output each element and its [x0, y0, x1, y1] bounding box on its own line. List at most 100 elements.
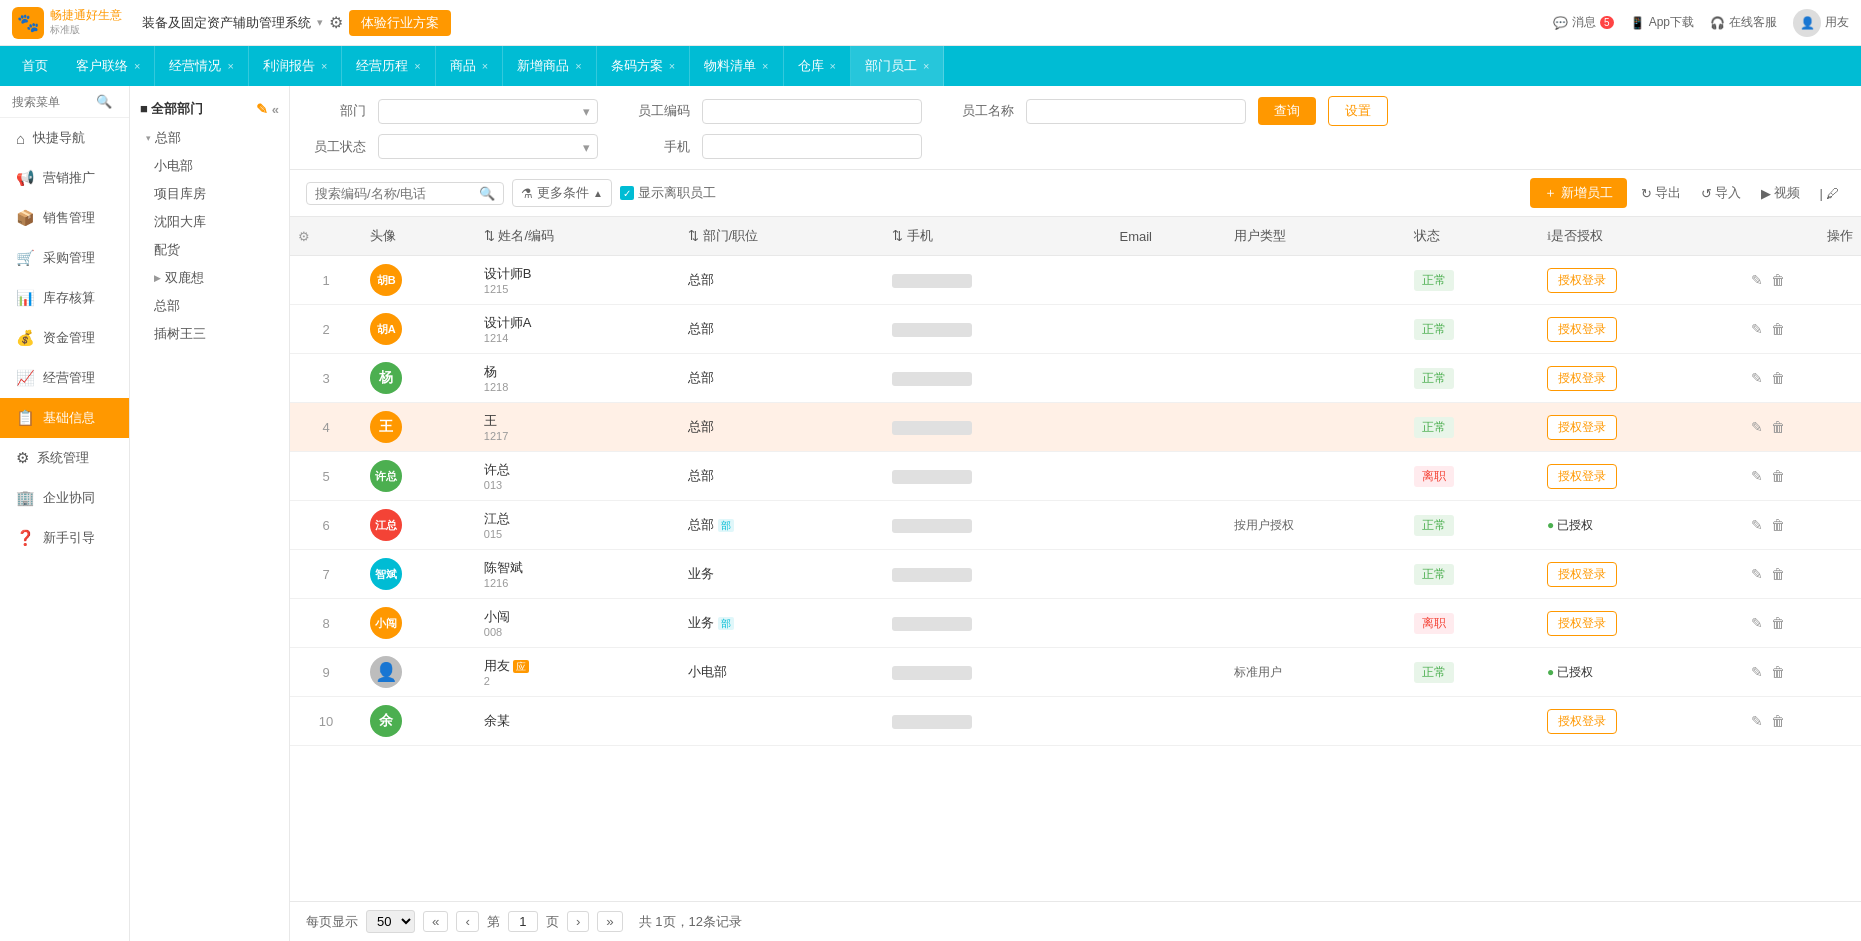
sort-icon[interactable]: ⇅	[892, 228, 903, 243]
set-button[interactable]: 设置	[1328, 96, 1388, 126]
sort-icon[interactable]: ⇅	[688, 228, 699, 243]
delete-icon[interactable]: 🗑	[1771, 468, 1785, 484]
auth-button[interactable]: 授权登录	[1547, 562, 1617, 587]
edit-icon[interactable]: ✎	[1751, 272, 1763, 288]
export-button[interactable]: ↻ 导出	[1635, 184, 1687, 202]
dept-edit-icon[interactable]: ✎	[256, 101, 268, 117]
show-dismissed-checkbox[interactable]: ✓	[620, 186, 634, 200]
auth-button[interactable]: 授权登录	[1547, 611, 1617, 636]
auth-button[interactable]: 授权登录	[1547, 709, 1617, 734]
row-auth[interactable]: 授权登录	[1539, 403, 1743, 452]
sidebar-item-inventory[interactable]: 📊 库存核算	[0, 278, 129, 318]
sidebar-item-corp[interactable]: 🏢 企业协同	[0, 478, 129, 518]
sort-icon[interactable]: ⇅	[484, 228, 495, 243]
page-size-select[interactable]: 50	[366, 910, 415, 933]
dept-select[interactable]	[378, 99, 598, 124]
edit-icon[interactable]: ✎	[1751, 517, 1763, 533]
online-service-btn[interactable]: 🎧 在线客服	[1710, 14, 1777, 31]
close-icon[interactable]: ×	[669, 60, 675, 72]
edit-icon[interactable]: ✎	[1751, 370, 1763, 386]
close-icon[interactable]: ×	[321, 60, 327, 72]
row-auth[interactable]: 授权登录	[1539, 305, 1743, 354]
sidebar-item-sales[interactable]: 📦 销售管理	[0, 198, 129, 238]
show-dismissed-toggle[interactable]: ✓ 显示离职员工	[620, 184, 716, 202]
last-page-btn[interactable]: »	[597, 911, 622, 932]
add-employee-button[interactable]: ＋ 新增员工	[1530, 178, 1627, 208]
view-button[interactable]: ▶ 视频	[1755, 184, 1806, 202]
phone-input[interactable]	[702, 134, 922, 159]
sidebar-item-marketing[interactable]: 📢 营销推广	[0, 158, 129, 198]
edit-icon[interactable]: ✎	[1751, 419, 1763, 435]
row-auth[interactable]: 授权登录	[1539, 697, 1743, 746]
sidebar-item-purchase[interactable]: 🛒 采购管理	[0, 238, 129, 278]
delete-icon[interactable]: 🗑	[1771, 615, 1785, 631]
row-auth[interactable]: 授权登录	[1539, 550, 1743, 599]
dept-item-shuanglu[interactable]: ▶ 双鹿想	[130, 264, 289, 292]
close-icon[interactable]: ×	[830, 60, 836, 72]
edit-icon[interactable]: ✎	[1751, 713, 1763, 729]
search-input[interactable]	[12, 95, 92, 109]
app-download-btn[interactable]: 📱 App下载	[1630, 14, 1694, 31]
close-icon[interactable]: ×	[227, 60, 233, 72]
sidebar-item-guide[interactable]: ❓ 新手引导	[0, 518, 129, 558]
sidebar-item-finance[interactable]: 💰 资金管理	[0, 318, 129, 358]
auth-button[interactable]: 授权登录	[1547, 464, 1617, 489]
delete-icon[interactable]: 🗑	[1771, 664, 1785, 680]
tab-home[interactable]: 首页	[8, 46, 62, 86]
sidebar-item-quick-nav[interactable]: ⌂ 快捷导航	[0, 118, 129, 158]
auth-button[interactable]: 授权登录	[1547, 317, 1617, 342]
row-auth[interactable]: 授权登录	[1539, 452, 1743, 501]
row-auth[interactable]: 授权登录	[1539, 354, 1743, 403]
emp-code-input[interactable]	[702, 99, 922, 124]
dept-item-shenyang[interactable]: 沈阳大库	[130, 208, 289, 236]
first-page-btn[interactable]: «	[423, 911, 448, 932]
edit-icon[interactable]: ✎	[1751, 468, 1763, 484]
tab-history[interactable]: 经营历程 ×	[342, 46, 435, 86]
delete-icon[interactable]: 🗑	[1771, 566, 1785, 582]
delete-icon[interactable]: 🗑	[1771, 713, 1785, 729]
dept-item-zongbu[interactable]: 总部	[130, 292, 289, 320]
close-icon[interactable]: ×	[414, 60, 420, 72]
auth-button[interactable]: 授权登录	[1547, 268, 1617, 293]
query-button[interactable]: 查询	[1258, 97, 1316, 125]
edit-col-button[interactable]: | 🖊	[1814, 186, 1845, 201]
edit-icon[interactable]: ✎	[1751, 664, 1763, 680]
tab-warehouse[interactable]: 仓库 ×	[784, 46, 851, 86]
row-auth[interactable]: 授权登录	[1539, 256, 1743, 305]
tab-new-goods[interactable]: 新增商品 ×	[503, 46, 596, 86]
edit-icon[interactable]: ✎	[1751, 566, 1763, 582]
row-auth[interactable]: 授权登录	[1539, 599, 1743, 648]
edit-icon[interactable]: ✎	[1751, 321, 1763, 337]
sidebar-item-system[interactable]: ⚙ 系统管理	[0, 438, 129, 478]
tab-customer[interactable]: 客户联络 ×	[62, 46, 155, 86]
sidebar-item-operations[interactable]: 📈 经营管理	[0, 358, 129, 398]
close-icon[interactable]: ×	[482, 60, 488, 72]
user-btn[interactable]: 👤 用友	[1793, 9, 1849, 37]
close-icon[interactable]: ×	[923, 60, 929, 72]
emp-status-select[interactable]	[378, 134, 598, 159]
delete-icon[interactable]: 🗑	[1771, 517, 1785, 533]
dept-collapse-icon[interactable]: «	[272, 102, 279, 117]
delete-icon[interactable]: 🗑	[1771, 370, 1785, 386]
dept-item-root[interactable]: ▾ 总部	[130, 124, 289, 152]
auth-button[interactable]: 授权登录	[1547, 366, 1617, 391]
import-button[interactable]: ↺ 导入	[1695, 184, 1747, 202]
tab-bom[interactable]: 物料清单 ×	[690, 46, 783, 86]
auth-button[interactable]: 授权登录	[1547, 415, 1617, 440]
delete-icon[interactable]: 🗑	[1771, 419, 1785, 435]
close-icon[interactable]: ×	[134, 60, 140, 72]
dept-item-project[interactable]: 项目库房	[130, 180, 289, 208]
message-btn[interactable]: 💬 消息 5	[1553, 14, 1614, 31]
tab-goods[interactable]: 商品 ×	[436, 46, 503, 86]
search-input[interactable]	[315, 186, 475, 201]
next-page-btn[interactable]: ›	[567, 911, 589, 932]
close-icon[interactable]: ×	[575, 60, 581, 72]
dept-item-distribution[interactable]: 配货	[130, 236, 289, 264]
tab-operation[interactable]: 经营情况 ×	[155, 46, 248, 86]
emp-name-input[interactable]	[1026, 99, 1246, 124]
sidebar-item-basic-info[interactable]: 📋 基础信息	[0, 398, 129, 438]
dept-item-chasuwan[interactable]: 插树王三	[130, 320, 289, 348]
tab-profit[interactable]: 利润报告 ×	[249, 46, 342, 86]
trial-button[interactable]: 体验行业方案	[349, 10, 451, 36]
delete-icon[interactable]: 🗑	[1771, 272, 1785, 288]
